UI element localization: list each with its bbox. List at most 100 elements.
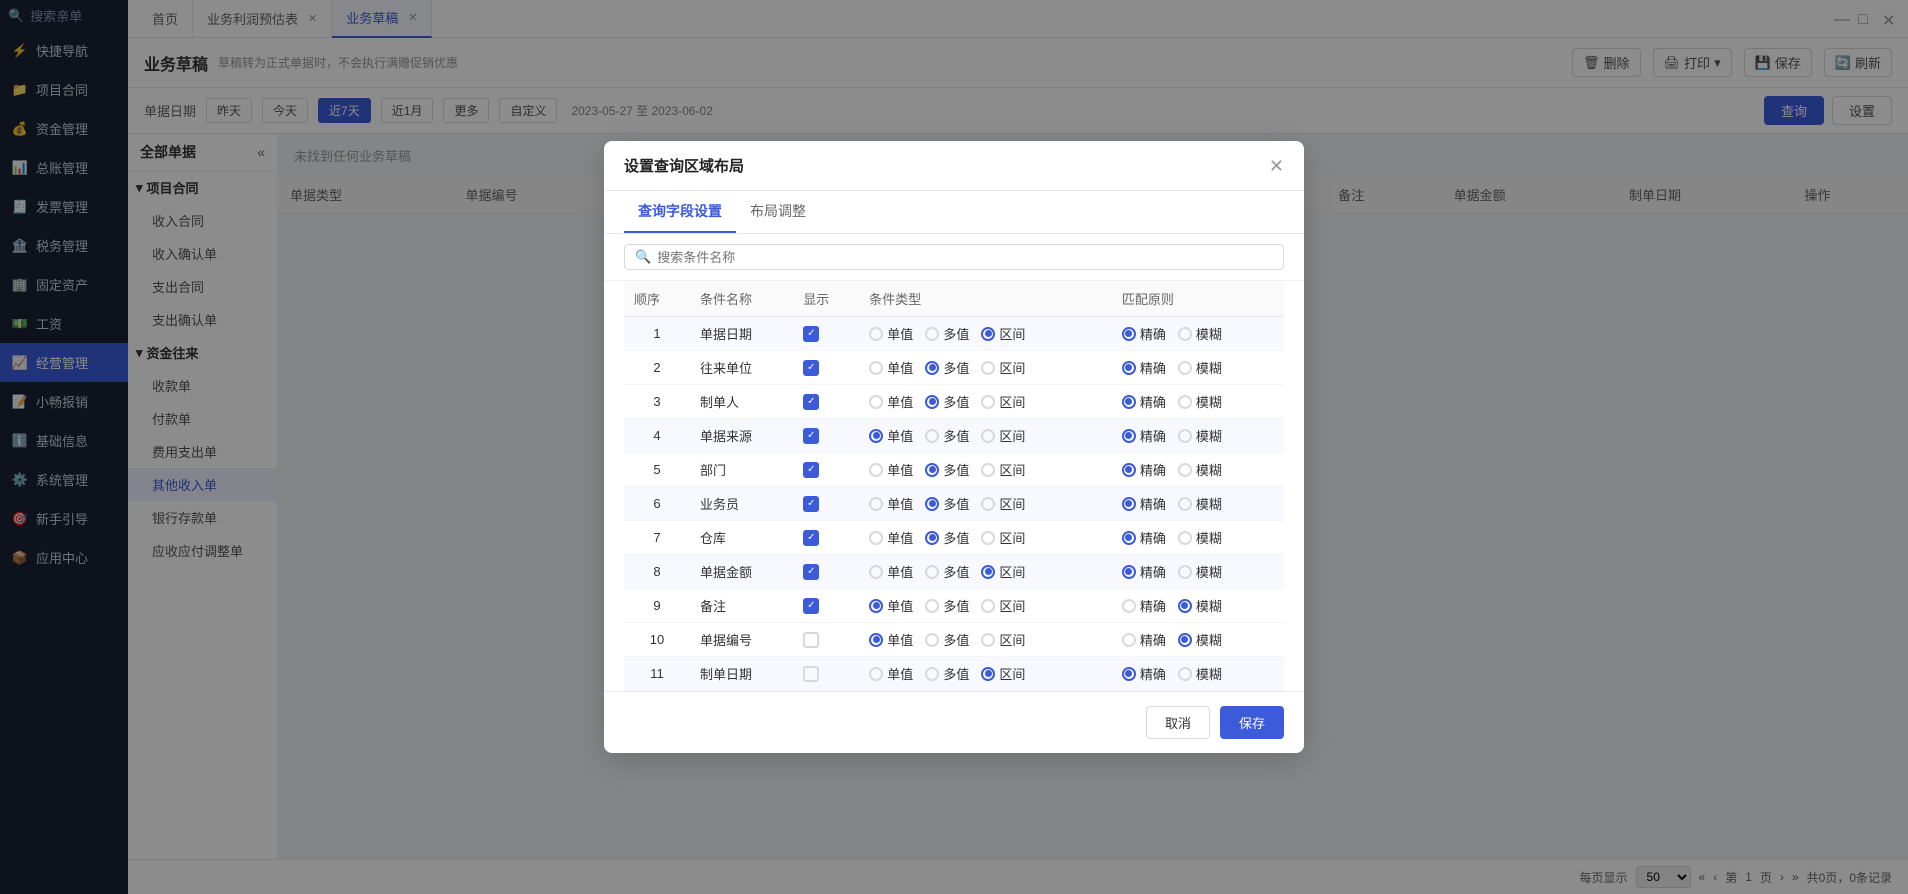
show-checkbox[interactable] (803, 598, 819, 614)
radio-dot (1122, 395, 1136, 409)
radio-match-match_exact[interactable]: 精确 (1122, 460, 1166, 479)
radio-match-match_fuzzy[interactable]: 模糊 (1178, 494, 1222, 513)
radio-dot (1122, 463, 1136, 477)
modal-search-icon: 🔍 (635, 249, 651, 265)
radio-match-match_exact[interactable]: 精确 (1122, 664, 1166, 683)
radio-match-match_fuzzy[interactable]: 模糊 (1178, 460, 1222, 479)
radio-match-match_exact[interactable]: 精确 (1122, 324, 1166, 343)
radio-dot (1178, 429, 1192, 443)
radio-type-type_range[interactable]: 区间 (981, 630, 1025, 649)
radio-type-type_range[interactable]: 区间 (981, 562, 1025, 581)
cell-order: 4 (624, 419, 690, 453)
radio-match-match_exact[interactable]: 精确 (1122, 528, 1166, 547)
show-checkbox[interactable] (803, 394, 819, 410)
radio-match-match_fuzzy[interactable]: 模糊 (1178, 426, 1222, 445)
radio-type-type_range[interactable]: 区间 (981, 426, 1025, 445)
radio-type-type_multi[interactable]: 多值 (925, 596, 969, 615)
radio-type-type_range[interactable]: 区间 (981, 596, 1025, 615)
radio-type-type_single[interactable]: 单值 (869, 324, 913, 343)
radio-dot (1178, 327, 1192, 341)
radio-match-match_fuzzy[interactable]: 模糊 (1178, 358, 1222, 377)
radio-type-type_multi[interactable]: 多值 (925, 528, 969, 547)
show-checkbox[interactable] (803, 326, 819, 342)
radio-match-match_fuzzy[interactable]: 模糊 (1178, 664, 1222, 683)
radio-dot (1178, 395, 1192, 409)
radio-type-type_range[interactable]: 区间 (981, 494, 1025, 513)
radio-type-type_multi[interactable]: 多值 (925, 358, 969, 377)
show-checkbox[interactable] (803, 496, 819, 512)
radio-dot (981, 361, 995, 375)
show-checkbox[interactable] (803, 462, 819, 478)
modal-dialog: 设置查询区域布局 ✕ 查询字段设置 布局调整 🔍 (604, 141, 1304, 753)
show-checkbox[interactable] (803, 564, 819, 580)
radio-dot (925, 361, 939, 375)
radio-dot (1122, 599, 1136, 613)
table-row: 9备注单值多值区间精确模糊 (624, 589, 1284, 623)
radio-type-type_multi[interactable]: 多值 (925, 562, 969, 581)
modal-overlay[interactable]: 设置查询区域布局 ✕ 查询字段设置 布局调整 🔍 (0, 0, 1908, 894)
radio-match-match_exact[interactable]: 精确 (1122, 630, 1166, 649)
radio-type-type_single[interactable]: 单值 (869, 630, 913, 649)
modal-tab-layout[interactable]: 布局调整 (736, 191, 820, 233)
radio-type-type_single[interactable]: 单值 (869, 494, 913, 513)
radio-match-match_fuzzy[interactable]: 模糊 (1178, 324, 1222, 343)
radio-type-type_range[interactable]: 区间 (981, 460, 1025, 479)
radio-dot (925, 599, 939, 613)
radio-match-match_exact[interactable]: 精确 (1122, 392, 1166, 411)
radio-match-match_exact[interactable]: 精确 (1122, 426, 1166, 445)
radio-type-type_range[interactable]: 区间 (981, 664, 1025, 683)
modal-body: 查询字段设置 布局调整 🔍 顺序 条 (604, 191, 1304, 691)
cell-name: 备注 (690, 589, 793, 623)
radio-dot (869, 463, 883, 477)
radio-type-type_range[interactable]: 区间 (981, 358, 1025, 377)
radio-match-match_fuzzy[interactable]: 模糊 (1178, 630, 1222, 649)
radio-type-type_multi[interactable]: 多值 (925, 426, 969, 445)
radio-match-match_fuzzy[interactable]: 模糊 (1178, 392, 1222, 411)
show-checkbox[interactable] (803, 632, 819, 648)
radio-type-type_range[interactable]: 区间 (981, 392, 1025, 411)
radio-match-match_exact[interactable]: 精确 (1122, 562, 1166, 581)
radio-dot (1178, 497, 1192, 511)
modal-table-wrap: 顺序 条件名称 显示 条件类型 匹配原则 1单据日期单值多值区间精确模糊2往来单… (604, 281, 1304, 691)
radio-type-type_range[interactable]: 区间 (981, 528, 1025, 547)
radio-dot (1122, 327, 1136, 341)
radio-dot (869, 633, 883, 647)
modal-tab-field-settings[interactable]: 查询字段设置 (624, 191, 736, 233)
modal-col-match: 匹配原则 (1112, 281, 1284, 317)
radio-type-type_single[interactable]: 单值 (869, 392, 913, 411)
radio-match-match_exact[interactable]: 精确 (1122, 358, 1166, 377)
radio-type-type_multi[interactable]: 多值 (925, 392, 969, 411)
modal-cancel-btn[interactable]: 取消 (1146, 706, 1210, 739)
radio-type-type_single[interactable]: 单值 (869, 562, 913, 581)
show-checkbox[interactable] (803, 360, 819, 376)
radio-type-type_single[interactable]: 单值 (869, 426, 913, 445)
radio-type-type_multi[interactable]: 多值 (925, 664, 969, 683)
radio-type-type_single[interactable]: 单值 (869, 358, 913, 377)
radio-match-match_fuzzy[interactable]: 模糊 (1178, 596, 1222, 615)
cell-type: 单值多值区间 (859, 589, 1112, 623)
radio-match-match_exact[interactable]: 精确 (1122, 494, 1166, 513)
modal-close-btn[interactable]: ✕ (1269, 157, 1284, 175)
modal-search-input[interactable] (657, 250, 1273, 265)
radio-type-type_range[interactable]: 区间 (981, 324, 1025, 343)
show-checkbox[interactable] (803, 666, 819, 682)
radio-type-type_multi[interactable]: 多值 (925, 494, 969, 513)
radio-type-type_single[interactable]: 单值 (869, 664, 913, 683)
radio-type-type_multi[interactable]: 多值 (925, 460, 969, 479)
radio-type-type_single[interactable]: 单值 (869, 596, 913, 615)
radio-match-match_fuzzy[interactable]: 模糊 (1178, 562, 1222, 581)
radio-type-type_single[interactable]: 单值 (869, 528, 913, 547)
radio-match-match_exact[interactable]: 精确 (1122, 596, 1166, 615)
modal-save-btn[interactable]: 保存 (1220, 706, 1284, 739)
modal-table: 顺序 条件名称 显示 条件类型 匹配原则 1单据日期单值多值区间精确模糊2往来单… (624, 281, 1284, 691)
radio-match-match_fuzzy[interactable]: 模糊 (1178, 528, 1222, 547)
radio-dot (869, 497, 883, 511)
cell-order: 3 (624, 385, 690, 419)
show-checkbox[interactable] (803, 428, 819, 444)
radio-type-type_single[interactable]: 单值 (869, 460, 913, 479)
cell-match: 精确模糊 (1112, 589, 1284, 623)
radio-type-type_multi[interactable]: 多值 (925, 630, 969, 649)
show-checkbox[interactable] (803, 530, 819, 546)
radio-type-type_multi[interactable]: 多值 (925, 324, 969, 343)
cell-order: 6 (624, 487, 690, 521)
